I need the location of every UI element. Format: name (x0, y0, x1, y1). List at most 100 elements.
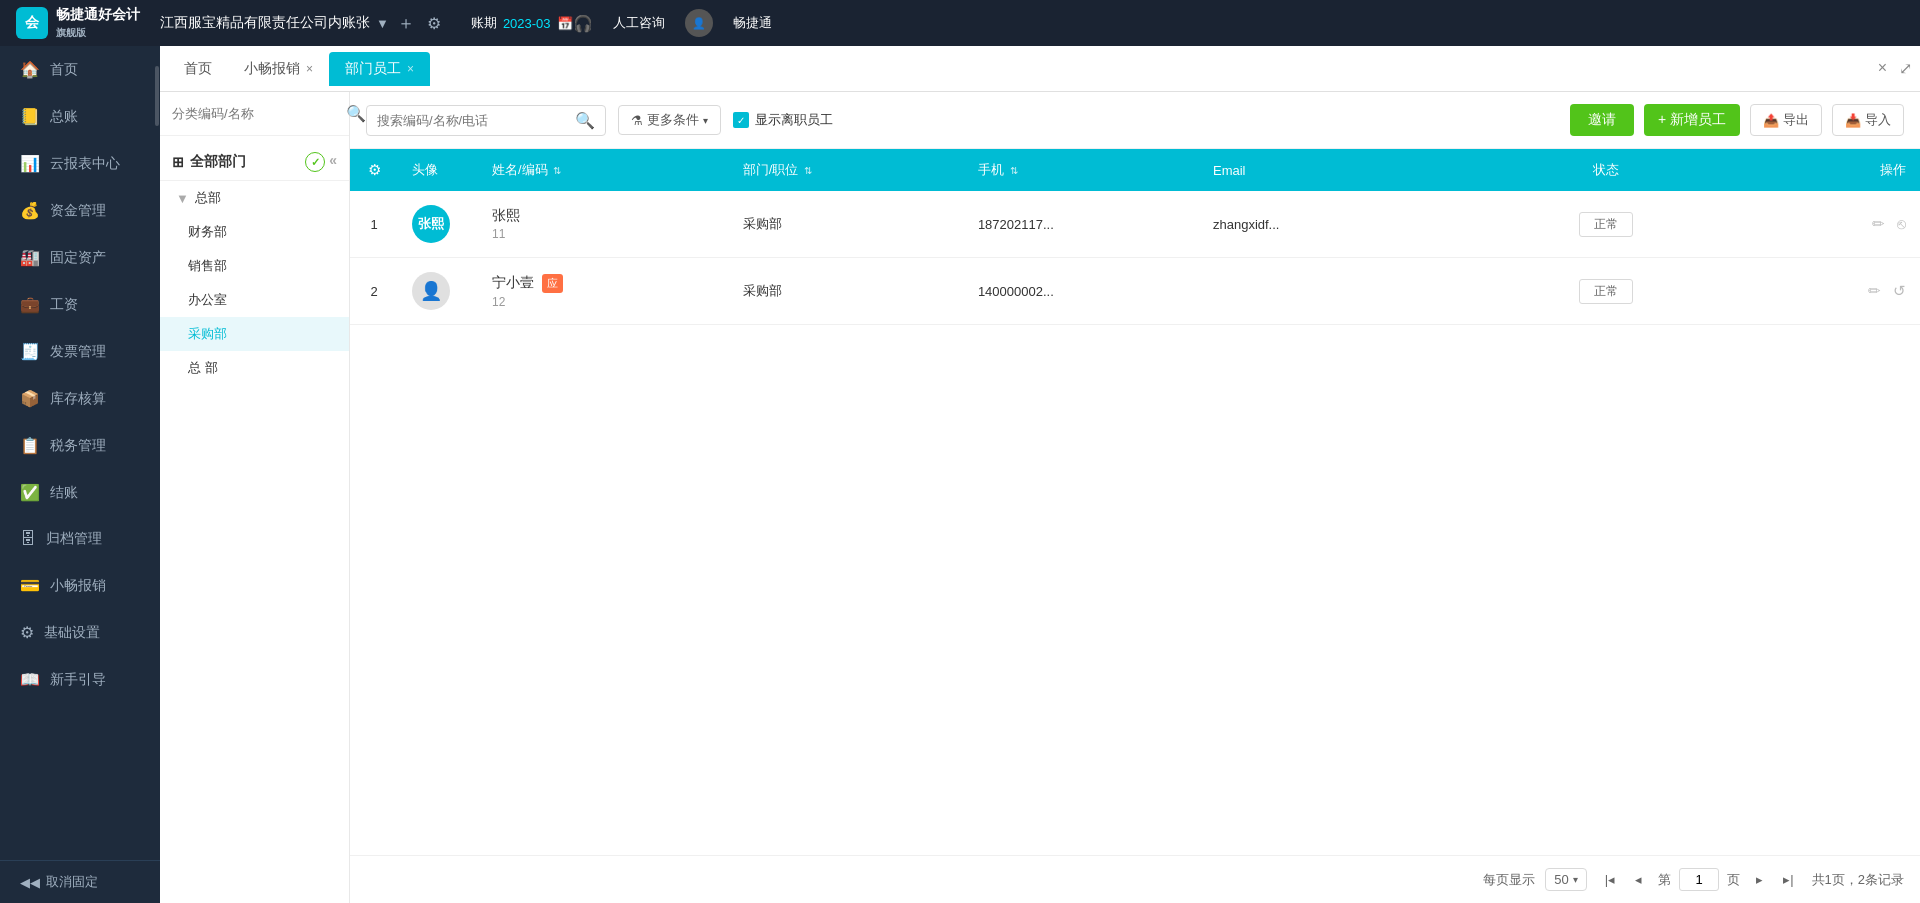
sidebar-item-capital[interactable]: 💰 资金管理 (0, 187, 160, 234)
period-value[interactable]: 2023-03 (503, 16, 551, 31)
filter-button[interactable]: ⚗ 更多条件 ▾ (618, 105, 721, 135)
row2-delete-icon[interactable]: ↺ (1893, 282, 1906, 300)
sidebar-item-expense[interactable]: 💳 小畅报销 (0, 562, 160, 609)
expand-tab-icon[interactable]: ⤢ (1899, 59, 1912, 78)
sidebar-item-salary[interactable]: 💼 工资 (0, 281, 160, 328)
page-label: 页 (1727, 871, 1740, 889)
export-button[interactable]: 📤 导出 (1750, 104, 1822, 136)
th-avatar: 头像 (398, 149, 478, 191)
dept-item-hq[interactable]: ▼ 总部 (160, 181, 349, 215)
search-icon[interactable]: 🔍 (575, 111, 595, 130)
dept-general-label: 总 部 (188, 359, 218, 377)
tab-expense-close[interactable]: × (306, 62, 313, 76)
th-dept[interactable]: 部门/职位 ⇅ (729, 149, 964, 191)
th-phone[interactable]: 手机 ⇅ (964, 149, 1199, 191)
sidebar-item-settings[interactable]: ⚙ 基础设置 (0, 609, 160, 656)
company-name[interactable]: 江西服宝精品有限责任公司内账张 (160, 14, 370, 32)
dept-office-label: 办公室 (188, 291, 227, 309)
row1-more-icon[interactable]: ⎋ (1897, 215, 1906, 233)
per-page-select[interactable]: 50 ▾ (1545, 868, 1586, 891)
tab-home[interactable]: 首页 (168, 52, 228, 86)
sidebar-label-capital: 资金管理 (50, 202, 106, 220)
next-page-button[interactable]: ▸ (1748, 868, 1771, 891)
employee-toolbar: 🔍 ⚗ 更多条件 ▾ ✓ 显示离职员工 邀请 + 新增员工 (350, 92, 1920, 149)
per-page-label: 每页显示 (1483, 871, 1535, 889)
phone-sort-icon[interactable]: ⇅ (1010, 165, 1018, 176)
sidebar-item-invoice[interactable]: 🧾 发票管理 (0, 328, 160, 375)
row1-avatar: 张熙 (412, 205, 450, 243)
invite-button[interactable]: 邀请 (1570, 104, 1634, 136)
close-tab-icon[interactable]: × (1878, 59, 1887, 78)
sidebar-item-reports[interactable]: 📊 云报表中心 (0, 140, 160, 187)
sidebar-item-ledger[interactable]: 📒 总账 (0, 93, 160, 140)
salary-icon: 💼 (20, 295, 40, 314)
row2-status-cell: 正常 (1481, 258, 1732, 325)
tab-employees-close[interactable]: × (407, 62, 414, 76)
th-settings[interactable]: ⚙ (350, 149, 398, 191)
inventory-icon: 📦 (20, 389, 40, 408)
archive-icon: 🗄 (20, 530, 36, 548)
dept-item-purchase[interactable]: 采购部 (160, 317, 349, 351)
sidebar-item-assets[interactable]: 🏭 固定资产 (0, 234, 160, 281)
dept-purchase-label: 采购部 (188, 325, 227, 343)
row1-status-badge: 正常 (1579, 212, 1633, 237)
tab-employees[interactable]: 部门员工 × (329, 52, 430, 86)
sidebar-item-guide[interactable]: 📖 新手引导 (0, 656, 160, 703)
settings-icon[interactable]: ⚙ (427, 14, 441, 33)
dept-panel: 🔍 ⊞ 全部部门 ✓ « (160, 92, 350, 903)
logo-area: 会 畅捷通好会计 旗舰版 (16, 6, 140, 40)
dept-all-button[interactable]: ⊞ 全部部门 ✓ « (160, 144, 349, 181)
th-phone-label: 手机 (978, 162, 1004, 177)
app-title: 畅捷通好会计 (56, 6, 140, 24)
dept-search-input[interactable] (172, 106, 340, 121)
per-page-value: 50 (1554, 872, 1568, 887)
username: 畅捷通 (733, 14, 772, 32)
add-company-button[interactable]: ＋ (397, 11, 415, 35)
row1-phone: 187202117... (964, 191, 1199, 258)
table-row: 1 张熙 张熙 11 采购部 (350, 191, 1920, 258)
company-dropdown-icon[interactable]: ▼ (376, 16, 389, 31)
dept-sort-icon[interactable]: ⇅ (804, 165, 812, 176)
import-button[interactable]: 📥 导入 (1832, 104, 1904, 136)
show-resigned-area[interactable]: ✓ 显示离职员工 (733, 111, 833, 129)
add-employee-button[interactable]: + 新增员工 (1644, 104, 1740, 136)
page-number-input[interactable] (1679, 868, 1719, 891)
row1-edit-icon[interactable]: ✏ (1872, 215, 1885, 233)
dept-item-sales[interactable]: 销售部 (160, 249, 349, 283)
row2-edit-icon[interactable]: ✏ (1868, 282, 1881, 300)
employee-panel: 🔍 ⚗ 更多条件 ▾ ✓ 显示离职员工 邀请 + 新增员工 (350, 92, 1920, 903)
sidebar-item-tax[interactable]: 📋 税务管理 (0, 422, 160, 469)
employee-search-input[interactable] (377, 113, 569, 128)
show-resigned-label: 显示离职员工 (755, 111, 833, 129)
sidebar-label-inventory: 库存核算 (50, 390, 106, 408)
last-page-button[interactable]: ▸| (1775, 868, 1801, 891)
collapse-icon[interactable]: « (329, 152, 337, 172)
sidebar-item-inventory[interactable]: 📦 库存核算 (0, 375, 160, 422)
cancel-pin-button[interactable]: ◀◀ 取消固定 (0, 860, 160, 903)
dept-item-finance[interactable]: 财务部 (160, 215, 349, 249)
sidebar-item-archive[interactable]: 🗄 归档管理 (0, 516, 160, 562)
column-settings-icon[interactable]: ⚙ (368, 161, 381, 178)
table-row: 2 👤 宁小壹 应 (350, 258, 1920, 325)
sidebar-label-invoice: 发票管理 (50, 343, 106, 361)
per-page-arrow: ▾ (1573, 874, 1578, 885)
dept-item-general[interactable]: 总 部 (160, 351, 349, 385)
tab-expense-label: 小畅报销 (244, 60, 300, 78)
basic-settings-icon: ⚙ (20, 623, 34, 642)
th-status-label: 状态 (1593, 162, 1619, 177)
dept-item-office[interactable]: 办公室 (160, 283, 349, 317)
calendar-icon[interactable]: 📅 (557, 16, 573, 31)
sidebar-item-checkout[interactable]: ✅ 结账 (0, 469, 160, 516)
sidebar-item-home[interactable]: 🏠 首页 (0, 46, 160, 93)
tab-expense[interactable]: 小畅报销 × (228, 52, 329, 86)
first-page-button[interactable]: |◂ (1597, 868, 1623, 891)
name-sort-icon[interactable]: ⇅ (553, 165, 561, 176)
service-label[interactable]: 人工咨询 (613, 14, 665, 32)
row2-avatar: 👤 (412, 272, 450, 310)
capital-icon: 💰 (20, 201, 40, 220)
show-resigned-checkbox[interactable]: ✓ (733, 112, 749, 128)
prev-page-button[interactable]: ◂ (1627, 868, 1650, 891)
dept-sales-label: 销售部 (188, 257, 227, 275)
th-name[interactable]: 姓名/编码 ⇅ (478, 149, 729, 191)
cancel-pin-label: 取消固定 (46, 873, 98, 891)
